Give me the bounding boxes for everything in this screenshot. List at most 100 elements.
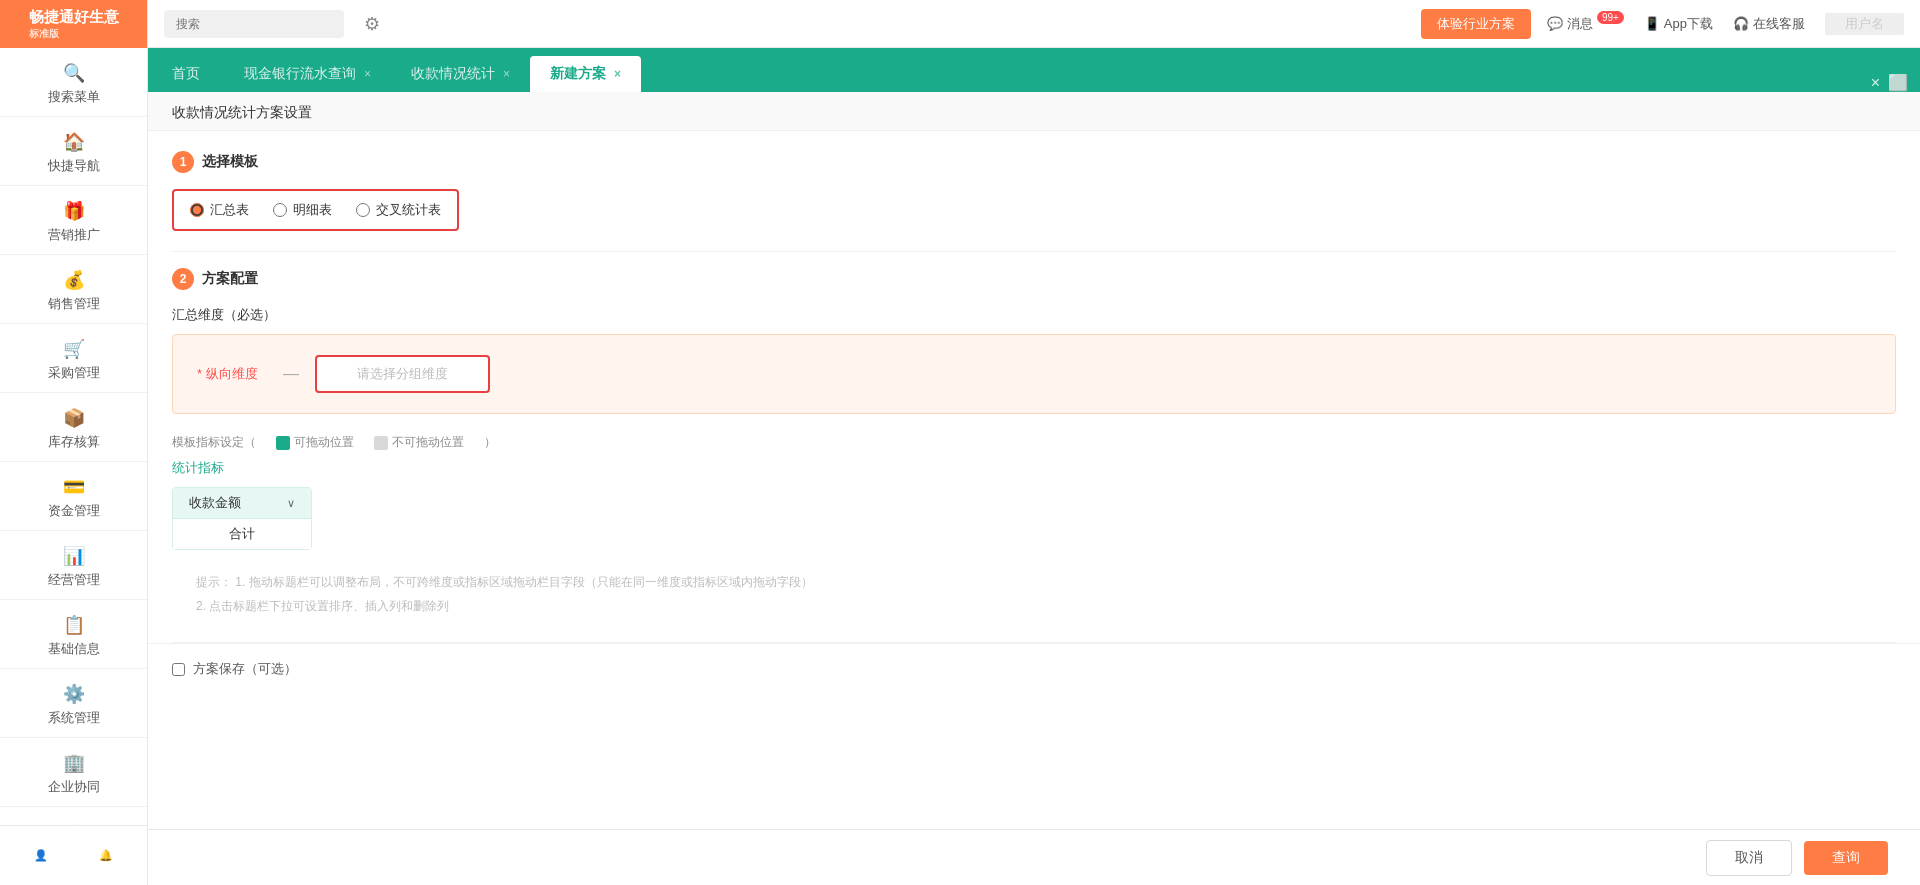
- capital-label: 资金管理: [48, 502, 100, 520]
- section1-title: 1 选择模板: [172, 151, 1896, 173]
- indicator-settings-label: 模板指标设定（: [172, 434, 256, 451]
- marketing-label: 营销推广: [48, 226, 100, 244]
- enterprise-label: 企业协同: [48, 778, 100, 796]
- non-draggable-label: 不可拖动位置: [392, 434, 464, 451]
- save-option: 方案保存（可选）: [148, 643, 1920, 694]
- sidebar: 畅捷通好生意 标准版 🔍 搜索菜单 🏠快捷导航🎁营销推广💰销售管理🛒采购管理📦库存核…: [0, 0, 148, 885]
- sidebar-item-inventory[interactable]: 📦库存核算: [0, 393, 147, 462]
- indicator-header: 模板指标设定（ 可拖动位置 不可拖动位置 ）: [172, 434, 1896, 451]
- radio-cross-label: 交叉统计表: [376, 201, 441, 219]
- gear-button[interactable]: ⚙: [364, 13, 380, 35]
- non-draggable-indicator: 不可拖动位置: [374, 434, 464, 451]
- sidebar-footer-notify[interactable]: 🔔: [99, 849, 113, 862]
- quick-nav-icon: 🏠: [63, 131, 85, 153]
- logo-sub: 标准版: [29, 27, 119, 41]
- sidebar-item-marketing[interactable]: 🎁营销推广: [0, 186, 147, 255]
- inventory-icon: 📦: [63, 407, 85, 429]
- user-name: 用户名: [1825, 13, 1904, 35]
- operation-icon: 📊: [63, 545, 85, 567]
- tab-home[interactable]: 首页: [148, 56, 224, 92]
- radio-summary-input[interactable]: [190, 203, 204, 217]
- dim-title: 汇总维度（必选）: [172, 306, 1896, 324]
- save-checkbox[interactable]: [172, 663, 185, 676]
- indicator-table-header[interactable]: 收款金额 ∨: [173, 488, 311, 519]
- sidebar-footer-user[interactable]: 👤: [34, 849, 48, 862]
- tip-line2: 2. 点击标题栏下拉可设置排序、插入列和删除列: [196, 594, 1872, 618]
- section1-label: 选择模板: [202, 153, 258, 171]
- indicator-label: 统计指标: [172, 459, 1896, 477]
- sidebar-item-system[interactable]: ⚙️系统管理: [0, 669, 147, 738]
- search-input[interactable]: [164, 10, 344, 38]
- system-icon: ⚙️: [63, 683, 85, 705]
- page-title: 收款情况统计方案设置: [172, 104, 312, 120]
- section2-title: 2 方案配置: [172, 268, 1896, 290]
- message-icon: 💬: [1547, 16, 1563, 31]
- tab-label-bank-flow: 现金银行流水查询: [244, 65, 356, 83]
- sidebar-item-enterprise[interactable]: 🏢 企业协同: [0, 738, 147, 807]
- app-download-label: App下载: [1664, 15, 1713, 33]
- page-content: 收款情况统计方案设置 1 选择模板 汇总表 明细表: [148, 92, 1920, 829]
- draggable-badge: [276, 436, 290, 450]
- tab-label-home: 首页: [172, 65, 200, 83]
- footer-bar: 取消 查询: [148, 829, 1920, 885]
- trial-button[interactable]: 体验行业方案: [1421, 9, 1531, 39]
- tab-bank-flow[interactable]: 现金银行流水查询 ×: [224, 56, 391, 92]
- dim-arrow: —: [283, 365, 299, 383]
- sidebar-item-capital[interactable]: 💳 资金管理: [0, 462, 147, 531]
- dimension-area: * 纵向维度 — 请选择分组维度: [172, 334, 1896, 414]
- radio-cross-input[interactable]: [356, 203, 370, 217]
- logo-text: 畅捷通好生意: [29, 8, 119, 27]
- base-info-icon: 📋: [63, 614, 85, 636]
- main-area: ⚙ 体验行业方案 💬 消息 99+ 📱 App下载 🎧 在线客服 用户名 首页 现…: [148, 0, 1920, 885]
- tab-close-bank-flow[interactable]: ×: [364, 67, 371, 81]
- tab-close-collection-stats[interactable]: ×: [503, 67, 510, 81]
- user-item[interactable]: 用户名: [1825, 13, 1904, 35]
- enterprise-icon: 🏢: [63, 752, 85, 774]
- section-template: 1 选择模板 汇总表 明细表 交叉统计表: [148, 131, 1920, 231]
- chevron-down-icon: ∨: [287, 497, 295, 510]
- sidebar-item-quick-nav[interactable]: 🏠快捷导航: [0, 117, 147, 186]
- tab-new-plan[interactable]: 新建方案×: [530, 56, 641, 92]
- capital-icon: 💳: [63, 476, 85, 498]
- close-window-button[interactable]: ×: [1871, 74, 1880, 92]
- indicator-table: 收款金额 ∨ 合计: [172, 487, 312, 550]
- maximize-window-button[interactable]: ⬜: [1888, 73, 1908, 92]
- top-header: ⚙ 体验行业方案 💬 消息 99+ 📱 App下载 🎧 在线客服 用户名: [148, 0, 1920, 48]
- query-button[interactable]: 查询: [1804, 841, 1888, 875]
- purchase-label: 采购管理: [48, 364, 100, 382]
- content-area: 收款情况统计方案设置 1 选择模板 汇总表 明细表: [148, 92, 1920, 885]
- header-right: 💬 消息 99+ 📱 App下载 🎧 在线客服 用户名: [1547, 13, 1904, 35]
- tip-line1: 提示： 1. 拖动标题栏可以调整布局，不可跨维度或指标区域拖动栏目字段（只能在同…: [196, 570, 1872, 594]
- search-menu-icon: 🔍: [63, 62, 85, 84]
- section-config: 2 方案配置 汇总维度（必选） * 纵向维度 — 请选择分组维度: [148, 268, 1920, 618]
- dim-row: * 纵向维度 — 请选择分组维度: [197, 355, 1871, 393]
- dim-selector[interactable]: 请选择分组维度: [315, 355, 490, 393]
- tab-close-new-plan[interactable]: ×: [614, 67, 621, 81]
- sidebar-footer: 👤 🔔: [0, 825, 147, 885]
- radio-detail[interactable]: 明细表: [273, 201, 332, 219]
- sidebar-item-sales[interactable]: 💰销售管理: [0, 255, 147, 324]
- sidebar-item-search-menu[interactable]: 🔍 搜索菜单: [0, 48, 147, 117]
- tab-collection-stats[interactable]: 收款情况统计×: [391, 56, 530, 92]
- message-label: 消息: [1567, 15, 1593, 33]
- draggable-indicator: 可拖动位置: [276, 434, 354, 451]
- sidebar-item-base-info[interactable]: 📋基础信息: [0, 600, 147, 669]
- draggable-label: 可拖动位置: [294, 434, 354, 451]
- sidebar-item-purchase[interactable]: 🛒采购管理: [0, 324, 147, 393]
- radio-detail-input[interactable]: [273, 203, 287, 217]
- non-draggable-badge: [374, 436, 388, 450]
- radio-summary[interactable]: 汇总表: [190, 201, 249, 219]
- sidebar-item-operation[interactable]: 📊经营管理: [0, 531, 147, 600]
- sidebar-item-guide[interactable]: 📖新手引导: [0, 807, 147, 825]
- section1-num: 1: [172, 151, 194, 173]
- cancel-button[interactable]: 取消: [1706, 840, 1792, 876]
- sales-label: 销售管理: [48, 295, 100, 313]
- tips-area: 提示： 1. 拖动标题栏可以调整布局，不可跨维度或指标区域拖动栏目字段（只能在同…: [172, 570, 1896, 618]
- search-menu-label: 搜索菜单: [48, 88, 100, 106]
- app-download-item[interactable]: 📱 App下载: [1644, 15, 1713, 33]
- radio-cross[interactable]: 交叉统计表: [356, 201, 441, 219]
- tabs-bar: 首页现金银行流水查询×收款情况统计×新建方案× × ⬜: [148, 48, 1920, 92]
- message-item[interactable]: 💬 消息 99+: [1547, 15, 1624, 33]
- online-service-item[interactable]: 🎧 在线客服: [1733, 15, 1805, 33]
- message-badge: 99+: [1597, 11, 1624, 24]
